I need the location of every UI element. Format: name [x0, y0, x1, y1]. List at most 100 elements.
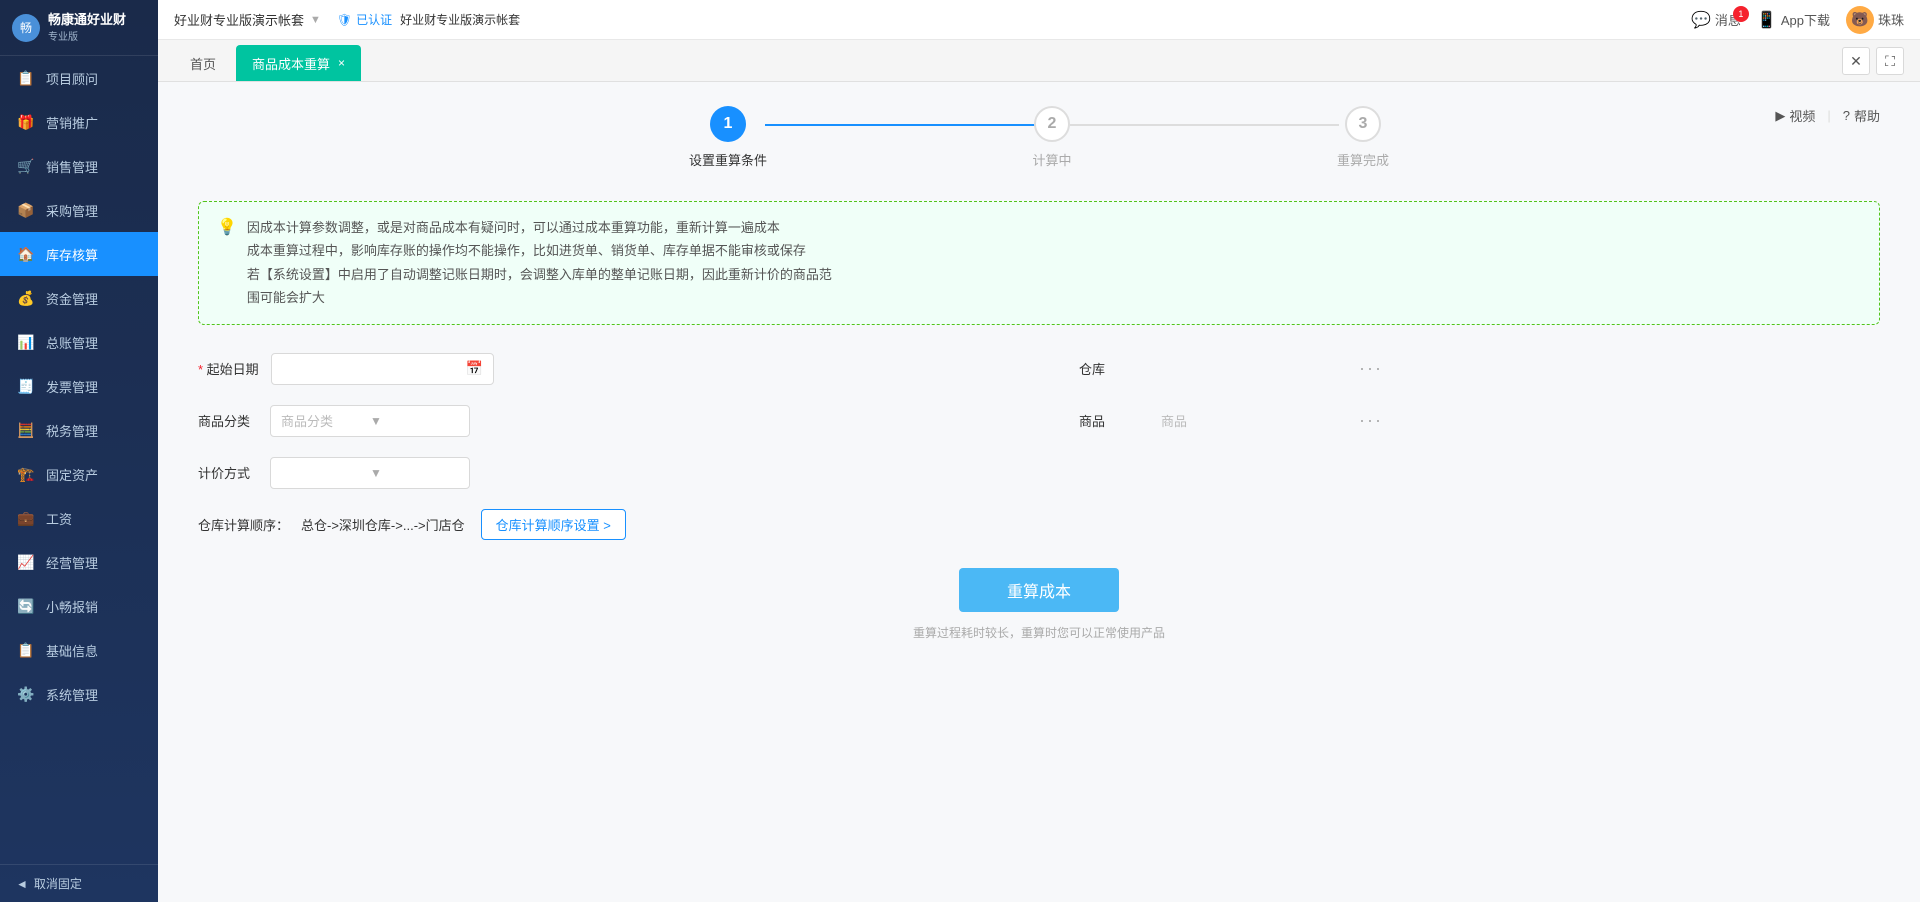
sidebar-item-sales[interactable]: 🛒 销售管理 — [0, 144, 158, 188]
warehouse-order-row: 仓库计算顺序： 总仓->深圳仓库->...->门店仓 仓库计算顺序设置 > — [198, 509, 1880, 540]
verified-account-name: 好业财专业版演示帐套 — [400, 11, 520, 28]
purchase-icon: 📦 — [16, 200, 36, 220]
avatar: 🐻 — [1846, 6, 1874, 34]
accounting-icon: 📊 — [16, 332, 36, 352]
help-link[interactable]: ? 帮助 — [1843, 106, 1880, 125]
sidebar-item-label: 基础信息 — [46, 641, 98, 660]
pricing-field: 计价方式 ▼ — [198, 457, 1880, 489]
verified-icon: 🛡 — [337, 13, 352, 27]
sidebar-item-label: 系统管理 — [46, 685, 98, 704]
video-help-links: ▶ 视频 | ? 帮助 — [1775, 106, 1880, 125]
sidebar-item-inventory[interactable]: 🏠 库存核算 — [0, 232, 158, 276]
content-scroll: 1 设置重算条件 2 计算中 — [158, 82, 1920, 902]
verified-text: 已认证 — [356, 11, 392, 28]
sidebar-item-expense[interactable]: 🔄 小畅报销 — [0, 584, 158, 628]
salary-icon: 💼 — [16, 508, 36, 528]
app-download-button[interactable]: 📱 App下载 — [1757, 10, 1830, 30]
step-1: 1 设置重算条件 — [689, 106, 767, 169]
calendar-icon[interactable]: 📅 — [466, 360, 483, 377]
start-date-input[interactable]: 2022-07-01 — [282, 361, 458, 376]
sidebar-footer-label: 取消固定 — [34, 875, 82, 892]
video-label: 视频 — [1789, 106, 1815, 125]
sidebar-item-label: 小畅报销 — [46, 597, 98, 616]
sidebar-item-label: 营销推广 — [46, 113, 98, 132]
step-3-circle: 3 — [1345, 106, 1381, 142]
step-line-1 — [765, 124, 1034, 126]
sidebar-item-label: 项目顾问 — [46, 69, 98, 88]
sidebar-unpin-button[interactable]: ◄ 取消固定 — [0, 864, 158, 902]
sidebar-item-purchase[interactable]: 📦 采购管理 — [0, 188, 158, 232]
goods-more-icon[interactable]: ··· — [1359, 410, 1383, 431]
sidebar-item-label: 经营管理 — [46, 553, 98, 572]
notice-line-2: 成本重算过程中，影响库存账的操作均不能操作，比如进货单、销货单、库存单据不能审核… — [247, 239, 832, 262]
category-select[interactable]: 商品分类 ▼ — [270, 405, 470, 437]
tab-home-label: 首页 — [190, 54, 216, 73]
start-date-input-wrap[interactable]: 2022-07-01 📅 — [271, 353, 494, 385]
form-row-3: 计价方式 ▼ — [198, 457, 1880, 489]
warehouse-more-icon[interactable]: ··· — [1359, 358, 1383, 379]
sidebar-item-salary[interactable]: 💼 工资 — [0, 496, 158, 540]
recalc-note: 重算过程耗时较长，重算时您可以正常使用产品 — [913, 624, 1165, 641]
category-chevron-icon: ▼ — [370, 414, 459, 428]
sidebar-item-project[interactable]: 📋 项目顾问 — [0, 56, 158, 100]
system-icon: ⚙️ — [16, 684, 36, 704]
verified-badge: 🛡 已认证 好业财专业版演示帐套 — [337, 11, 520, 28]
warehouse-order-settings-button[interactable]: 仓库计算顺序设置 > — [481, 509, 626, 540]
logo-title: 畅康通好业财 — [48, 12, 126, 28]
help-icon: ? — [1843, 108, 1850, 123]
tab-cost-recalc[interactable]: 商品成本重算 × — [236, 45, 361, 81]
sidebar-item-asset[interactable]: 🏗️ 固定资产 — [0, 452, 158, 496]
tax-icon: 🧮 — [16, 420, 36, 440]
form-row-2: 商品分类 商品分类 ▼ 商品 商品 ··· — [198, 405, 1880, 437]
sidebar-nav: 📋 项目顾问 🎁 营销推广 🛒 销售管理 📦 采购管理 🏠 库存核算 💰 资金管… — [0, 56, 158, 864]
video-icon: ▶ — [1775, 108, 1785, 124]
logo-icon: 畅 — [12, 14, 40, 42]
step-3-label: 重算完成 — [1337, 150, 1389, 169]
sidebar-item-label: 固定资产 — [46, 465, 98, 484]
sidebar-item-finance[interactable]: 💰 资金管理 — [0, 276, 158, 320]
goods-label: 商品 — [1079, 411, 1139, 430]
sidebar-item-label: 销售管理 — [46, 157, 98, 176]
sidebar-item-system[interactable]: ⚙️ 系统管理 — [0, 672, 158, 716]
sidebar-item-tax[interactable]: 🧮 税务管理 — [0, 408, 158, 452]
sidebar-item-label: 发票管理 — [46, 377, 98, 396]
video-link[interactable]: ▶ 视频 — [1775, 106, 1815, 125]
tab-close-window-button[interactable]: ✕ — [1842, 47, 1870, 75]
logo-text: 畅康通好业财 专业版 — [48, 12, 126, 43]
sidebar-item-marketing[interactable]: 🎁 营销推广 — [0, 100, 158, 144]
notice-text: 因成本计算参数调整，或是对商品成本有疑问时，可以通过成本重算功能，重新计算一遍成… — [247, 216, 832, 310]
step-2: 2 计算中 — [1033, 106, 1072, 169]
notice-line-4: 围可能会扩大 — [247, 286, 832, 309]
step-3: 3 重算完成 — [1337, 106, 1389, 169]
sidebar: 畅 畅康通好业财 专业版 📋 项目顾问 🎁 营销推广 🛒 销售管理 📦 采购管理… — [0, 0, 158, 902]
app-download-label: App下载 — [1781, 10, 1830, 29]
sidebar-item-invoice[interactable]: 🧾 发票管理 — [0, 364, 158, 408]
recalc-button[interactable]: 重算成本 — [959, 568, 1119, 612]
sidebar-item-business[interactable]: 📈 经营管理 — [0, 540, 158, 584]
unpin-icon: ◄ — [16, 877, 28, 891]
user-avatar-button[interactable]: 🐻 珠珠 — [1846, 6, 1904, 34]
pricing-chevron-icon: ▼ — [370, 466, 459, 480]
content-area: 1 设置重算条件 2 计算中 — [158, 82, 1920, 902]
warehouse-order-label: 仓库计算顺序： — [198, 515, 289, 534]
tab-home[interactable]: 首页 — [174, 45, 232, 81]
category-placeholder: 商品分类 — [281, 411, 370, 430]
goods-placeholder: 商品 — [1161, 411, 1187, 430]
sidebar-item-label: 税务管理 — [46, 421, 98, 440]
account-selector[interactable]: 好业财专业版演示帐套 ▼ — [174, 10, 321, 29]
sidebar-item-label: 总账管理 — [46, 333, 98, 352]
step-2-circle: 2 — [1034, 106, 1070, 142]
form: 起始日期 2022-07-01 📅 仓库 ··· — [198, 353, 1880, 540]
topbar-right: 💬 消息 1 📱 App下载 🐻 珠珠 — [1691, 6, 1904, 34]
sidebar-item-basic[interactable]: 📋 基础信息 — [0, 628, 158, 672]
notice-line-1: 因成本计算参数调整，或是对商品成本有疑问时，可以通过成本重算功能，重新计算一遍成… — [247, 216, 832, 239]
tab-expand-button[interactable]: ⛶ — [1876, 47, 1904, 75]
notice-icon: 💡 — [217, 217, 237, 237]
message-icon: 💬 — [1691, 10, 1711, 30]
project-icon: 📋 — [16, 68, 36, 88]
message-button[interactable]: 💬 消息 1 — [1691, 10, 1741, 30]
help-label: 帮助 — [1854, 106, 1880, 125]
tab-close-icon[interactable]: × — [338, 56, 345, 70]
pricing-select[interactable]: ▼ — [270, 457, 470, 489]
sidebar-item-accounting[interactable]: 📊 总账管理 — [0, 320, 158, 364]
